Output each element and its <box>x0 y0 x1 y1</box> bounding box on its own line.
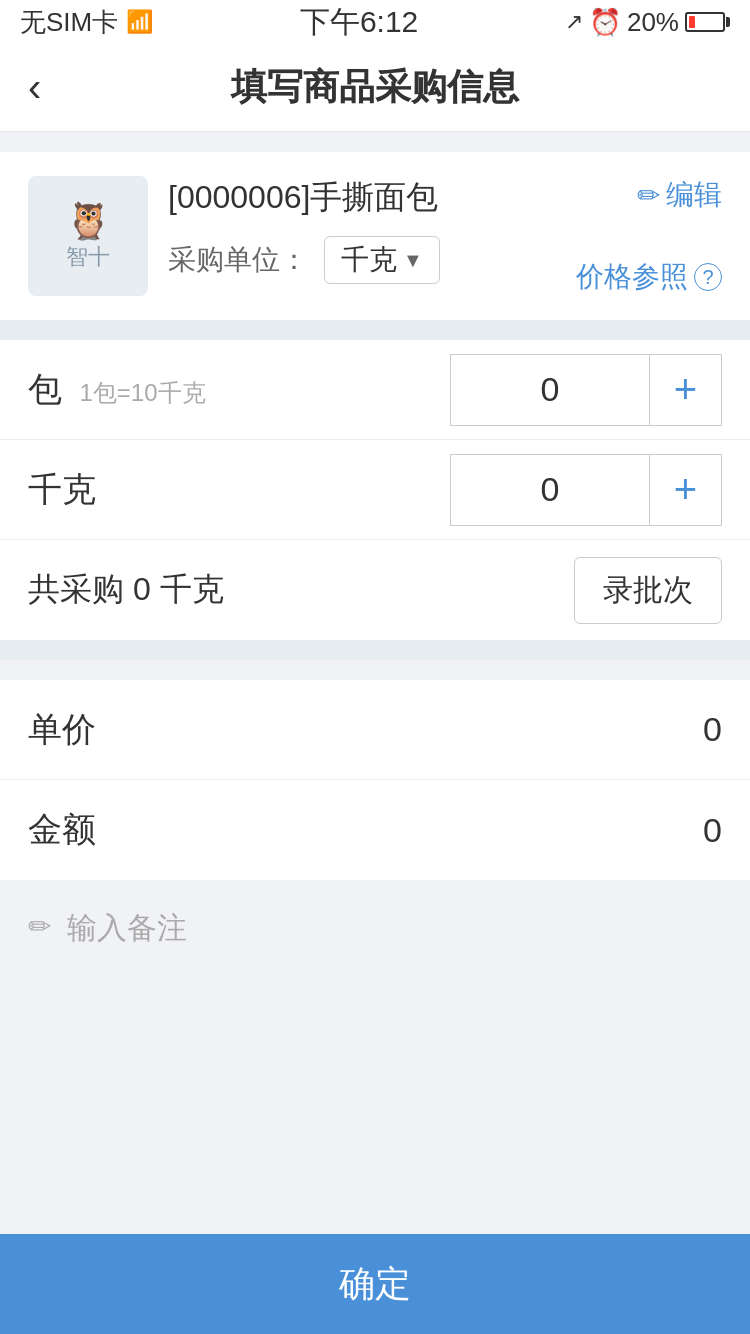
summary-row: 共采购 0 千克 录批次 <box>0 540 750 640</box>
wifi-icon: 📶 <box>126 9 153 35</box>
unit-price-label: 单价 <box>28 707 96 753</box>
divider-2 <box>0 640 750 660</box>
battery-icon <box>685 12 730 32</box>
location-icon: ↗ <box>565 9 583 35</box>
unit-select[interactable]: 千克 ▼ <box>324 236 440 284</box>
carrier-text: 无SIM卡 <box>20 5 118 40</box>
bao-input[interactable] <box>450 354 650 426</box>
amount-value: 0 <box>703 811 722 850</box>
bao-row: 包 1包=10千克 + <box>0 340 750 440</box>
unit-arrow-icon: ▼ <box>403 249 423 272</box>
product-logo-text: 智十 <box>66 242 110 272</box>
unit-price-row: 单价 0 <box>0 680 750 780</box>
pencil-icon: ✏ <box>28 910 51 943</box>
unit-value: 千克 <box>341 241 397 279</box>
price-ref-label: 价格参照 <box>576 258 688 296</box>
alarm-icon: ⏰ <box>589 7 621 38</box>
unit-price-value: 0 <box>703 710 722 749</box>
kg-plus-button[interactable]: + <box>650 454 722 526</box>
summary-text: 共采购 0 千克 <box>28 568 224 612</box>
edit-button[interactable]: ✏ 编辑 <box>637 176 722 214</box>
status-right: ↗ ⏰ 20% <box>565 7 730 38</box>
price-ref-help-icon: ? <box>694 263 722 291</box>
bao-plus-button[interactable]: + <box>650 354 722 426</box>
status-time: 下午6:12 <box>300 2 418 43</box>
input-section: 包 1包=10千克 + 千克 + <box>0 340 750 540</box>
nav-bar: ‹ 填写商品采购信息 <box>0 44 750 132</box>
remark-placeholder: 输入备注 <box>67 908 187 949</box>
product-image: 🦉 智十 <box>28 176 148 296</box>
product-card: 🦉 智十 [0000006]手撕面包 采购单位： 千克 ▼ ✏ 编辑 价格参照 … <box>0 152 750 320</box>
product-logo-icon: 🦉 <box>66 200 111 242</box>
unit-label: 采购单位： <box>168 241 308 279</box>
bao-label: 包 1包=10千克 <box>28 367 450 413</box>
status-left: 无SIM卡 📶 <box>20 5 153 40</box>
batch-button[interactable]: 录批次 <box>574 557 722 624</box>
bao-sublabel: 1包=10千克 <box>79 379 205 406</box>
kg-label: 千克 <box>28 467 450 513</box>
confirm-button[interactable]: 确定 <box>0 1234 750 1334</box>
kg-input[interactable] <box>450 454 650 526</box>
kg-qty-control: + <box>450 454 722 526</box>
edit-icon: ✏ <box>637 179 660 212</box>
amount-row: 金额 0 <box>0 780 750 880</box>
status-bar: 无SIM卡 📶 下午6:12 ↗ ⏰ 20% <box>0 0 750 44</box>
bao-qty-control: + <box>450 354 722 426</box>
edit-label: 编辑 <box>666 176 722 214</box>
page-title: 填写商品采购信息 <box>231 63 519 112</box>
info-section: 单价 0 金额 0 <box>0 680 750 880</box>
battery-percent: 20% <box>627 7 679 38</box>
divider-1 <box>0 320 750 340</box>
back-button[interactable]: ‹ <box>28 65 41 110</box>
remark-section[interactable]: ✏ 输入备注 <box>0 880 750 1000</box>
kg-row: 千克 + <box>0 440 750 540</box>
price-ref-button[interactable]: 价格参照 ? <box>576 258 722 296</box>
amount-label: 金额 <box>28 807 96 853</box>
